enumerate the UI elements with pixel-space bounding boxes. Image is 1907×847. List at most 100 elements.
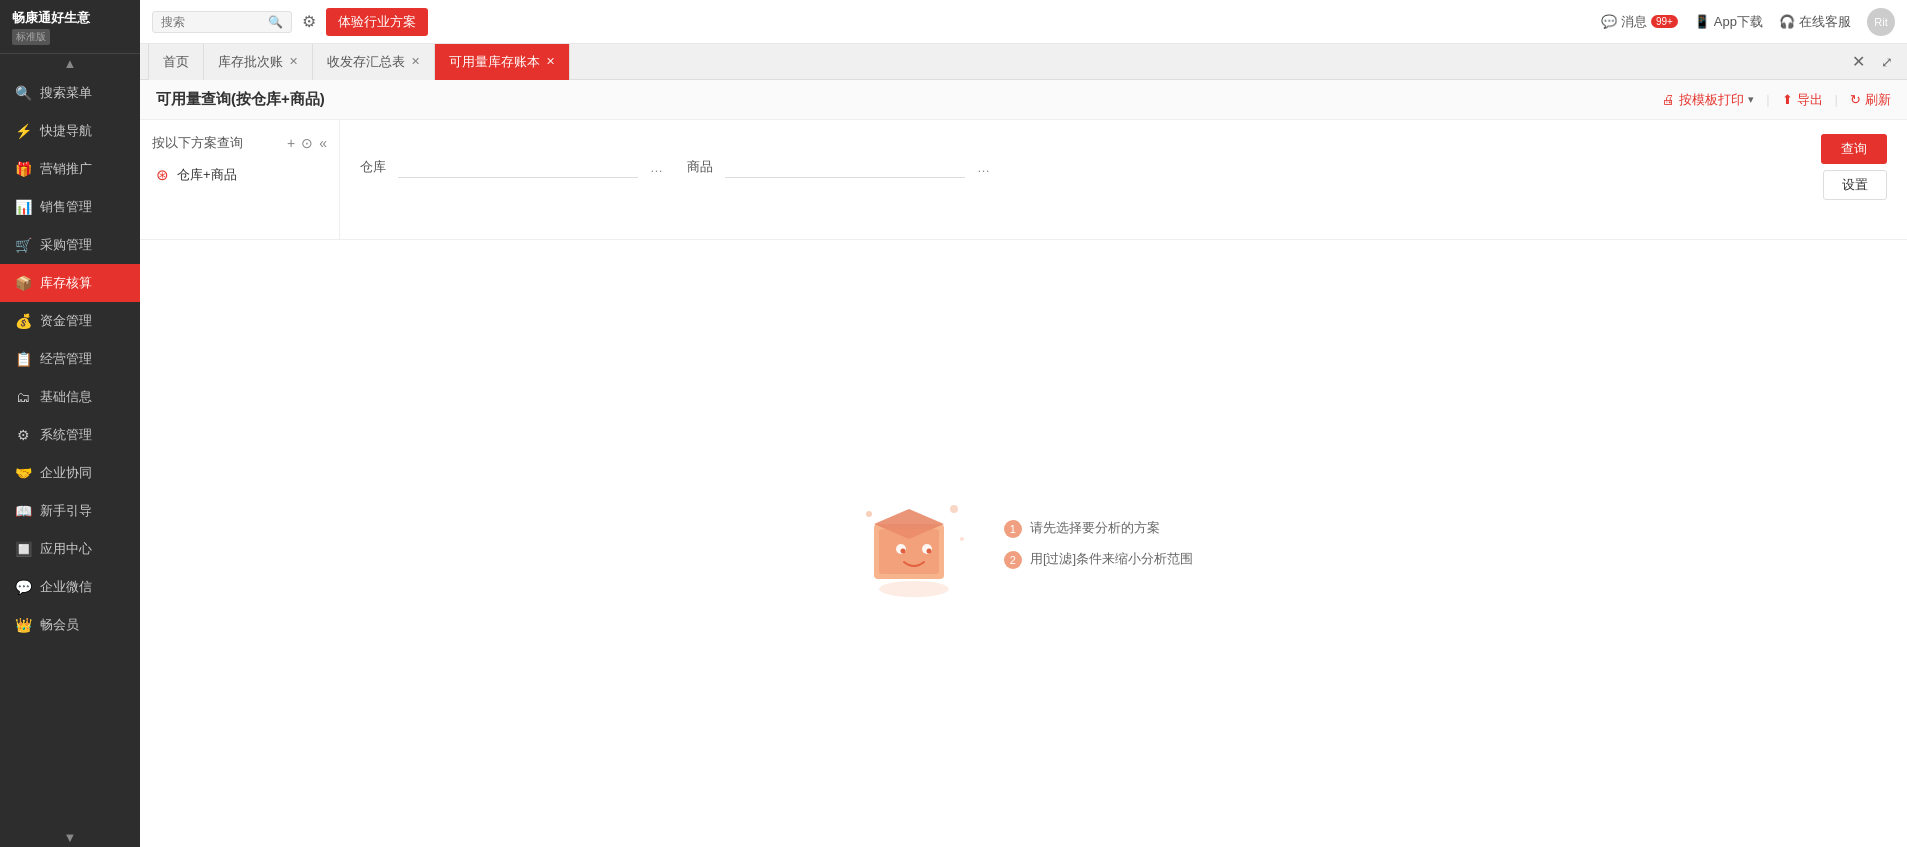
warehouse-more-button[interactable]: … — [646, 160, 667, 175]
print-template-button[interactable]: 🖨 按模板打印 ▾ — [1662, 91, 1754, 109]
empty-tip-2: 2 用[过滤]条件来缩小分析范围 — [1004, 550, 1193, 569]
topbar-search-box[interactable]: 🔍 — [152, 11, 292, 33]
refresh-button[interactable]: ↻ 刷新 — [1850, 91, 1891, 109]
filter-option-label: 仓库+商品 — [177, 166, 237, 184]
sidebar-item-sales-label: 销售管理 — [40, 198, 92, 216]
empty-state: 1 请先选择要分析的方案 2 用[过滤]条件来缩小分析范围 — [140, 240, 1907, 847]
online-service-btn[interactable]: 🎧 在线客服 — [1779, 13, 1851, 31]
wechat-icon: 💬 — [14, 578, 32, 596]
topbar-right: 💬 消息 99+ 📱 App下载 🎧 在线客服 Rit — [1601, 8, 1895, 36]
export-button[interactable]: ⬆ 导出 — [1782, 91, 1823, 109]
sidebar-item-purchase-label: 采购管理 — [40, 236, 92, 254]
sidebar-item-guide-label: 新手引导 — [40, 502, 92, 520]
settings-button[interactable]: 设置 — [1823, 170, 1887, 200]
tab-home-label: 首页 — [163, 53, 189, 71]
sidebar-item-quicknav-label: 快捷导航 — [40, 122, 92, 140]
page-actions: 🖨 按模板打印 ▾ | ⬆ 导出 | ↻ 刷新 — [1662, 91, 1891, 109]
product-input[interactable] — [725, 156, 965, 178]
filter-option-icon: ⊛ — [156, 166, 169, 184]
tip-num-2: 2 — [1004, 551, 1022, 569]
sidebar-item-quicknav[interactable]: ⚡ 快捷导航 — [0, 112, 140, 150]
filter-warehouse-field: 仓库 … — [360, 156, 667, 178]
sidebar-item-basic[interactable]: 🗂 基础信息 — [0, 378, 140, 416]
product-more-button[interactable]: … — [973, 160, 994, 175]
svg-point-6 — [900, 548, 905, 553]
sidebar-item-inventory[interactable]: 📦 库存核算 — [0, 264, 140, 302]
sales-icon: 📊 — [14, 198, 32, 216]
filter-section-label: 按以下方案查询 — [152, 134, 243, 152]
export-label: 导出 — [1797, 91, 1823, 109]
sidebar-item-member[interactable]: 👑 畅会员 — [0, 606, 140, 644]
svg-point-8 — [866, 511, 872, 517]
empty-tip-2-text: 用[过滤]条件来缩小分析范围 — [1030, 550, 1193, 568]
sidebar-item-operations-label: 经营管理 — [40, 350, 92, 368]
sidebar-item-operations[interactable]: 📋 经营管理 — [0, 340, 140, 378]
sidebar-item-basic-label: 基础信息 — [40, 388, 92, 406]
maximize-tab-button[interactable]: ⤢ — [1875, 52, 1899, 72]
filter-header-icons: + ⊙ « — [287, 135, 327, 151]
purchase-icon: 🛒 — [14, 236, 32, 254]
tab-receive-summary-label: 收发存汇总表 — [327, 53, 405, 71]
avatar[interactable]: Rit — [1867, 8, 1895, 36]
sidebar-item-enterprise-label: 企业协同 — [40, 464, 92, 482]
appcenter-icon: 🔲 — [14, 540, 32, 558]
finance-icon: 💰 — [14, 312, 32, 330]
sidebar-item-appcenter[interactable]: 🔲 应用中心 — [0, 530, 140, 568]
inventory-icon: 📦 — [14, 274, 32, 292]
message-btn[interactable]: 💬 消息 99+ — [1601, 13, 1678, 31]
basic-icon: 🗂 — [14, 388, 32, 406]
sidebar-item-enterprise[interactable]: 🤝 企业协同 — [0, 454, 140, 492]
sidebar-item-sales[interactable]: 📊 销售管理 — [0, 188, 140, 226]
sidebar: 畅康通好生意 标准版 ▲ 🔍 搜索菜单 ⚡ 快捷导航 🎁 营销推广 📊 销售管理… — [0, 0, 140, 847]
filter-product-field: 商品 … — [687, 156, 994, 178]
tab-available-ledger-close[interactable]: ✕ — [546, 56, 555, 67]
warehouse-input[interactable] — [398, 156, 638, 178]
content-area: 可用量查询(按仓库+商品) 🖨 按模板打印 ▾ | ⬆ 导出 | ↻ 刷新 — [140, 80, 1907, 847]
svg-point-7 — [926, 548, 931, 553]
online-service-label: 在线客服 — [1799, 13, 1851, 31]
marketing-icon: 🎁 — [14, 160, 32, 178]
tab-receive-summary-close[interactable]: ✕ — [411, 56, 420, 67]
sidebar-item-purchase[interactable]: 🛒 采购管理 — [0, 226, 140, 264]
sidebar-item-wechat[interactable]: 💬 企业微信 — [0, 568, 140, 606]
sidebar-scroll-up[interactable]: ▲ — [0, 54, 140, 74]
sidebar-item-finance[interactable]: 💰 资金管理 — [0, 302, 140, 340]
sidebar-item-guide[interactable]: 📖 新手引导 — [0, 492, 140, 530]
filter-row: 仓库 … 商品 … 查询 设置 — [360, 134, 1887, 200]
search-input[interactable] — [161, 15, 264, 29]
collapse-icon[interactable]: « — [319, 135, 327, 151]
query-button[interactable]: 查询 — [1821, 134, 1887, 164]
sidebar-item-inventory-label: 库存核算 — [40, 274, 92, 292]
sidebar-item-finance-label: 资金管理 — [40, 312, 92, 330]
tab-available-ledger[interactable]: 可用量库存账本 ✕ — [435, 44, 570, 80]
tab-home[interactable]: 首页 — [148, 44, 204, 80]
tab-receive-summary[interactable]: 收发存汇总表 ✕ — [313, 44, 435, 80]
brand-tag: 标准版 — [12, 29, 50, 45]
empty-tip-1-text: 请先选择要分析的方案 — [1030, 519, 1160, 537]
tab-batch-account[interactable]: 库存批次账 ✕ — [204, 44, 313, 80]
quicknav-icon: ⚡ — [14, 122, 32, 140]
sidebar-item-marketing[interactable]: 🎁 营销推广 — [0, 150, 140, 188]
app-download-btn[interactable]: 📱 App下载 — [1694, 13, 1763, 31]
refresh-label: 刷新 — [1865, 91, 1891, 109]
industry-solution-button[interactable]: 体验行业方案 — [326, 8, 428, 36]
gear-icon[interactable]: ⚙ — [298, 10, 320, 33]
export-icon: ⬆ — [1782, 92, 1793, 107]
filter-settings-icon[interactable]: ⊙ — [301, 135, 313, 151]
search-icon: 🔍 — [14, 84, 32, 102]
filter-section: 按以下方案查询 + ⊙ « ⊛ 仓库+商品 仓库 — [140, 120, 1907, 240]
sidebar-item-search[interactable]: 🔍 搜索菜单 — [0, 74, 140, 112]
topbar-left: 🔍 ⚙ 体验行业方案 — [152, 8, 1593, 36]
message-icon: 💬 — [1601, 14, 1617, 29]
sidebar-item-member-label: 畅会员 — [40, 616, 79, 634]
print-icon: 🖨 — [1662, 92, 1675, 107]
add-filter-icon[interactable]: + — [287, 135, 295, 151]
tab-batch-account-close[interactable]: ✕ — [289, 56, 298, 67]
sidebar-scroll-down[interactable]: ▼ — [0, 827, 140, 847]
close-all-tabs-button[interactable]: ✕ — [1846, 50, 1871, 73]
sidebar-item-system[interactable]: ⚙ 系统管理 — [0, 416, 140, 454]
filter-option-warehouse-product[interactable]: ⊛ 仓库+商品 — [140, 160, 339, 190]
sidebar-nav: 🔍 搜索菜单 ⚡ 快捷导航 🎁 营销推广 📊 销售管理 🛒 采购管理 📦 库存核… — [0, 74, 140, 827]
sidebar-item-appcenter-label: 应用中心 — [40, 540, 92, 558]
warehouse-label: 仓库 — [360, 158, 390, 176]
